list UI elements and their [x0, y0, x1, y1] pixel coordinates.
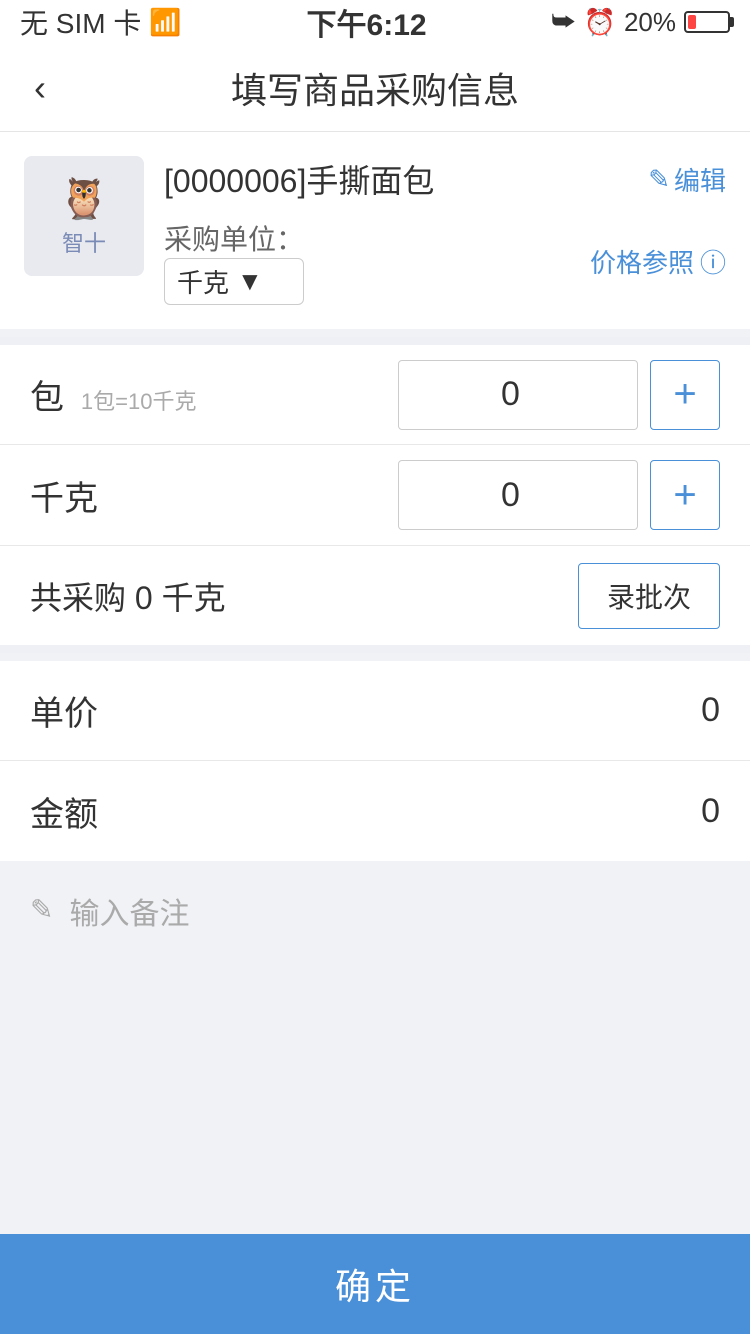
edit-icon: ✎	[648, 164, 670, 195]
quantity-form: 包 1包=10千克 + 千克 +	[0, 345, 750, 545]
notes-section[interactable]: ✎ 输入备注	[0, 861, 750, 1181]
total-row: 共采购 0 千克 录批次	[0, 545, 750, 645]
confirm-button[interactable]: 确定	[0, 1234, 750, 1334]
battery-percent: 20%	[624, 7, 676, 38]
unit-label: 采购单位：	[164, 224, 304, 255]
edit-button[interactable]: ✎ 编辑	[648, 161, 726, 198]
unit-value: 千克	[177, 263, 229, 300]
bag-input-group: +	[398, 360, 720, 430]
wifi-icon: 📶	[149, 7, 181, 38]
no-sim-label: 无 SIM 卡	[20, 2, 141, 42]
kg-label: 千克	[30, 480, 98, 518]
back-button[interactable]: ‹	[24, 57, 56, 119]
price-ref-label: 价格参照	[590, 243, 694, 280]
unit-select[interactable]: 千克 ▼	[164, 258, 304, 305]
amount-label: 金额	[30, 787, 98, 836]
product-name: [0000006]手撕面包	[164, 156, 434, 202]
owl-icon: 🦉	[59, 175, 109, 222]
pencil-icon: ✎	[30, 893, 53, 926]
notes-placeholder: 输入备注	[69, 889, 189, 933]
unit-price-value: 0	[701, 691, 720, 730]
amount-row: 金额 0	[0, 761, 750, 861]
bag-quantity-input[interactable]	[398, 360, 638, 430]
unit-price-row: 单价 0	[0, 661, 750, 761]
batch-button[interactable]: 录批次	[578, 563, 720, 629]
page-title: 填写商品采购信息	[231, 62, 519, 114]
unit-row: 采购单位： 千克 ▼ 价格参照 ⓘ	[164, 218, 726, 305]
bag-plus-button[interactable]: +	[650, 360, 720, 430]
bag-label: 包	[30, 379, 64, 417]
brand-logo-text: 智十	[62, 226, 106, 258]
price-ref-button[interactable]: 价格参照 ⓘ	[590, 243, 726, 280]
amount-value: 0	[701, 792, 720, 831]
summary-section: 单价 0 金额 0	[0, 661, 750, 861]
bag-row: 包 1包=10千克 +	[0, 345, 750, 445]
kg-quantity-input[interactable]	[398, 460, 638, 530]
chevron-down-icon: ▼	[237, 266, 263, 297]
bag-label-group: 包 1包=10千克	[30, 370, 196, 419]
help-icon: ⓘ	[700, 243, 726, 280]
status-time: 下午6:12	[307, 0, 427, 44]
nav-bar: ‹ 填写商品采购信息	[0, 44, 750, 132]
product-card: 🦉 智十 [0000006]手撕面包 ✎ 编辑 采购单位： 千克 ▼	[0, 132, 750, 337]
edit-label: 编辑	[674, 161, 726, 198]
unit-selector-group: 采购单位： 千克 ▼	[164, 218, 304, 305]
product-title: 手撕面包	[306, 163, 434, 199]
location-icon: ⮩	[551, 6, 575, 38]
product-info: [0000006]手撕面包 ✎ 编辑 采购单位： 千克 ▼ 价格参照 ⓘ	[164, 156, 726, 305]
product-name-row: [0000006]手撕面包 ✎ 编辑	[164, 156, 726, 202]
product-thumbnail: 🦉 智十	[24, 156, 144, 276]
product-id: [0000006]	[164, 163, 306, 199]
bag-sublabel: 1包=10千克	[81, 389, 197, 414]
section-divider-2	[0, 645, 750, 653]
kg-label-group: 千克	[30, 471, 98, 520]
alarm-icon: ⏰	[584, 7, 616, 38]
kg-plus-button[interactable]: +	[650, 460, 720, 530]
status-left: 无 SIM 卡 📶	[20, 2, 182, 42]
section-divider-1	[0, 337, 750, 345]
status-right: ⮩ ⏰ 20%	[551, 6, 730, 38]
battery-icon	[684, 11, 730, 33]
status-bar: 无 SIM 卡 📶 下午6:12 ⮩ ⏰ 20%	[0, 0, 750, 44]
total-label: 共采购 0 千克	[30, 573, 226, 619]
kg-input-group: +	[398, 460, 720, 530]
unit-price-label: 单价	[30, 686, 98, 735]
kg-row: 千克 +	[0, 445, 750, 545]
